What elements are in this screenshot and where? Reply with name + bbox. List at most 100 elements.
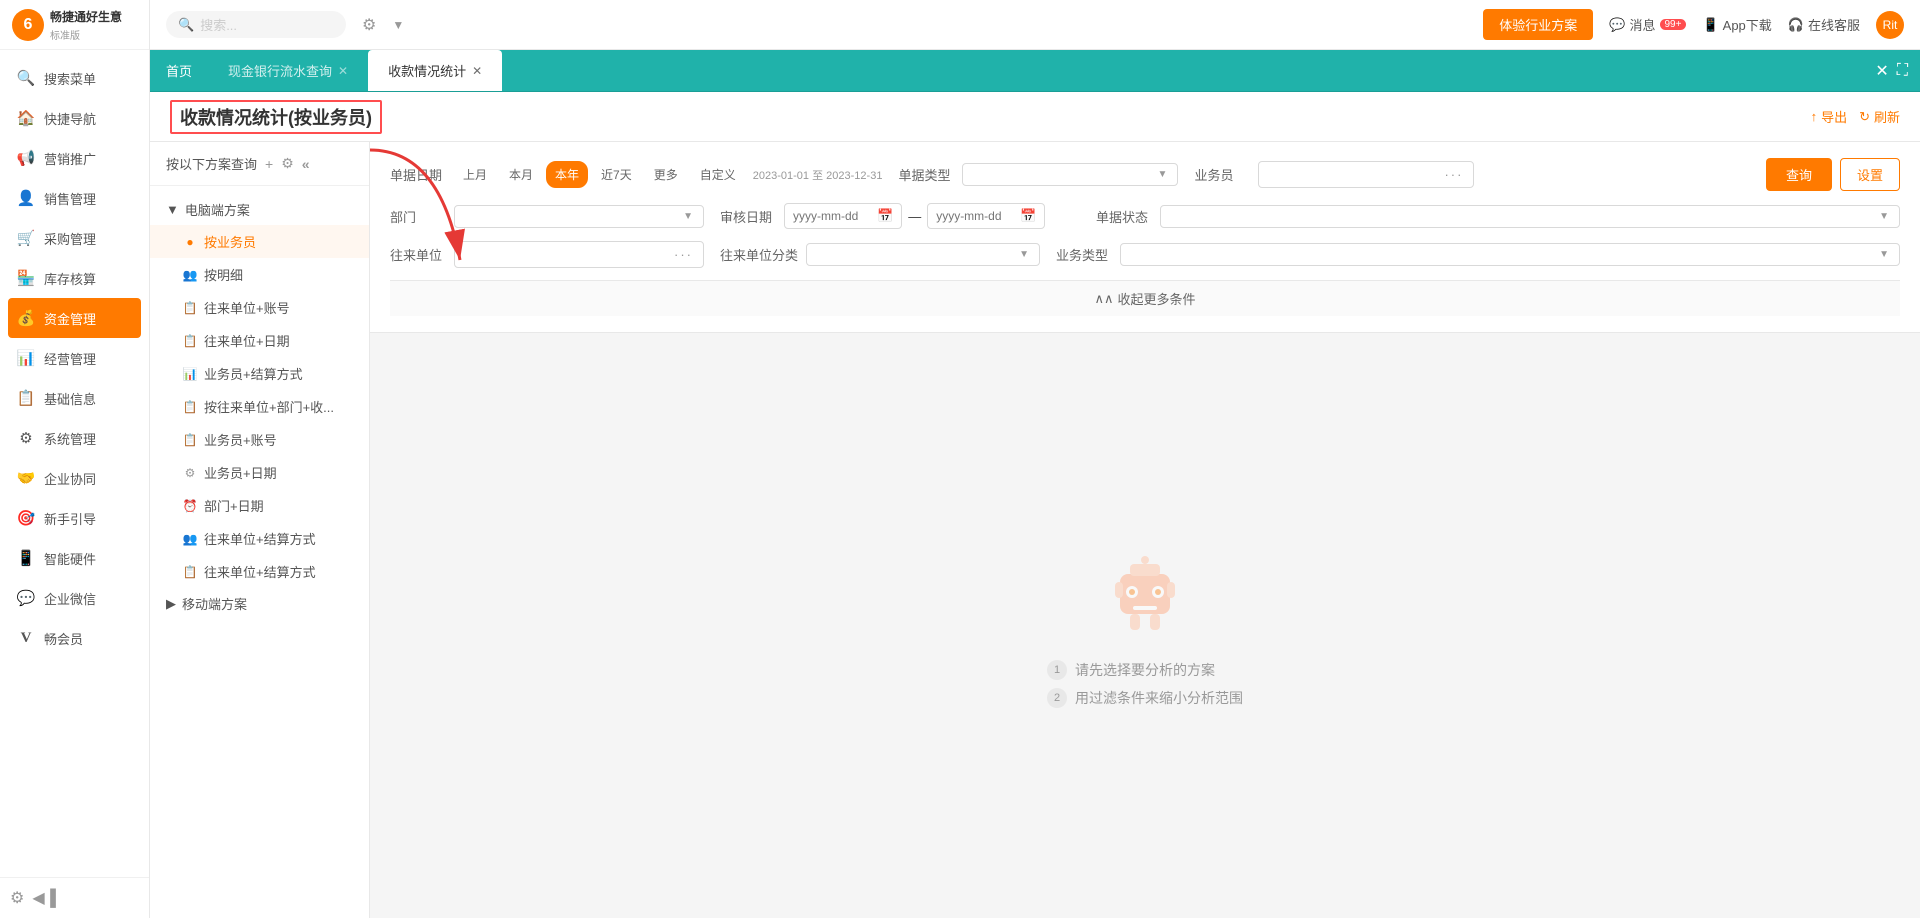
reviewdate-end-input[interactable]: [936, 209, 1016, 223]
calendar-start-icon[interactable]: 📅: [877, 208, 893, 224]
salesman-account-icon: 📋: [182, 432, 198, 448]
tree-item-salesman-account[interactable]: 📋 业务员+账号: [150, 423, 369, 456]
docstatus-select[interactable]: ▼: [1160, 205, 1900, 228]
right-panel: 单据日期 上月 本月 本年 近7天 更多 自定义 2023-01-01 至 20…: [370, 142, 1920, 918]
topbar-actions: 体验行业方案 💬 消息 99+ 📱 App下载 🎧 在线客服 Rit: [1483, 9, 1904, 40]
unit-dept-icon: 📋: [182, 399, 198, 415]
date-btn-more[interactable]: 更多: [645, 161, 687, 188]
app-download-action[interactable]: 📱 App下载: [1702, 15, 1771, 34]
unit-date-icon: 📋: [182, 333, 198, 349]
date-range-display: 2023-01-01 至 2023-12-31: [753, 167, 883, 183]
sidebar-item-hardware[interactable]: 📱 智能硬件: [0, 538, 149, 578]
sidebar-item-inventory[interactable]: 🏪 库存核算: [0, 258, 149, 298]
sidebar-item-guide[interactable]: 🎯 新手引导: [0, 498, 149, 538]
sidebar-item-quicknav[interactable]: 🏠 快捷导航: [0, 98, 149, 138]
reviewdate-start-input[interactable]: [793, 209, 873, 223]
date-btn-this-month[interactable]: 本月: [500, 161, 542, 188]
dept-select[interactable]: ▼: [454, 205, 704, 228]
sidebar-item-enterprise[interactable]: 🤝 企业协同: [0, 458, 149, 498]
reviewdate-label: 审核日期: [720, 207, 776, 226]
sidebar-item-system[interactable]: ⚙ 系统管理: [0, 418, 149, 458]
sidebar-item-search[interactable]: 🔍 搜索菜单: [0, 58, 149, 98]
panel-add-icon[interactable]: +: [265, 156, 273, 172]
message-action[interactable]: 💬 消息 99+: [1609, 15, 1686, 34]
dropdown-icon[interactable]: ▼: [392, 18, 404, 32]
collapse-bar[interactable]: ∧∧ 收起更多条件: [390, 280, 1900, 316]
basic-icon: 📋: [16, 388, 36, 408]
tree-item-unit-account[interactable]: 📋 往来单位+账号: [150, 291, 369, 324]
page-title: 收款情况统计(按业务员): [170, 100, 382, 134]
sidebar-item-marketing[interactable]: 📢 营销推广: [0, 138, 149, 178]
calendar-end-icon[interactable]: 📅: [1020, 208, 1036, 224]
salesman-date-icon: ⚙: [182, 465, 198, 481]
sidebar-item-operations[interactable]: 📊 经营管理: [0, 338, 149, 378]
footer-collapse-icon[interactable]: ◀▐: [32, 888, 56, 908]
topbar-search-box[interactable]: 🔍 搜索...: [166, 11, 346, 38]
sidebar-footer: ⚙ ◀▐: [0, 877, 149, 918]
panel-settings-icon[interactable]: ⚙: [281, 155, 294, 172]
sidebar-item-finance[interactable]: 💰 资金管理: [8, 298, 141, 338]
sidebar-logo: 6 畅捷通好生意 标准版: [0, 0, 149, 50]
dept-label: 部门: [390, 207, 446, 226]
panel-collapse-icon[interactable]: «: [302, 156, 310, 172]
tab-close-all-icon[interactable]: ✕: [1875, 61, 1888, 81]
tree-item-unit-settle2[interactable]: 📋 往来单位+结算方式: [150, 555, 369, 588]
date-btn-last-month[interactable]: 上月: [454, 161, 496, 188]
reviewdate-start-wrapper[interactable]: 📅: [784, 203, 902, 229]
biztype-select[interactable]: ▼: [1120, 243, 1900, 266]
salesman-more-dots[interactable]: ···: [1444, 167, 1463, 182]
tab-collection-close[interactable]: ✕: [472, 64, 482, 78]
tree-item-salesman-settle[interactable]: 📊 业务员+结算方式: [150, 357, 369, 390]
download-icon: 📱: [1702, 17, 1718, 33]
tree-item-salesman-date[interactable]: ⚙ 业务员+日期: [150, 456, 369, 489]
sidebar-nav: 🔍 搜索菜单 🏠 快捷导航 📢 营销推广 👤 销售管理 🛒 采购管理 🏪 库存核…: [0, 50, 149, 877]
panel-header: 按以下方案查询 + ⚙ «: [150, 142, 369, 186]
refresh-button[interactable]: ↻ 刷新: [1859, 107, 1900, 126]
partner-category-select[interactable]: ▼: [806, 243, 1040, 266]
member-icon: V: [16, 628, 36, 648]
partner-more-dots[interactable]: ···: [674, 247, 693, 262]
online-service-action[interactable]: 🎧 在线客服: [1788, 15, 1860, 34]
reviewdate-end-wrapper[interactable]: 📅: [927, 203, 1045, 229]
tree-item-by-salesman[interactable]: ● 按业务员: [150, 225, 369, 258]
guide-icon: 🎯: [16, 508, 36, 528]
date-btn-custom[interactable]: 自定义: [691, 161, 745, 188]
finance-icon: 💰: [16, 308, 36, 328]
user-avatar[interactable]: Rit: [1876, 11, 1904, 39]
tab-bank[interactable]: 现金银行流水查询 ✕: [208, 50, 368, 91]
tree-item-by-detail[interactable]: 👥 按明细: [150, 258, 369, 291]
tree-item-dept-date[interactable]: ⏰ 部门+日期: [150, 489, 369, 522]
sidebar-item-purchase[interactable]: 🛒 采购管理: [0, 218, 149, 258]
filter-docstatus-item: 单据状态 ▼: [1096, 205, 1900, 228]
sidebar-item-member[interactable]: V 畅会员: [0, 618, 149, 658]
tab-collection[interactable]: 收款情况统计 ✕: [368, 50, 502, 91]
query-button[interactable]: 查询: [1766, 158, 1832, 191]
tree-item-unit-dept[interactable]: 📋 按往来单位+部门+收...: [150, 390, 369, 423]
date-btn-7days[interactable]: 近7天: [592, 161, 641, 188]
partner-select[interactable]: ···: [454, 241, 704, 268]
logo-icon: 6: [12, 9, 44, 41]
footer-settings-icon[interactable]: ⚙: [10, 888, 24, 908]
tree-expand-icon: ▼: [166, 202, 179, 217]
date-btn-this-year[interactable]: 本年: [546, 161, 588, 188]
tab-expand-icon[interactable]: ⛶: [1897, 62, 1908, 80]
tree-group-desktop[interactable]: ▼ 电脑端方案: [150, 194, 369, 225]
tree-group-mobile[interactable]: ▶ 移动端方案: [150, 588, 369, 619]
filter-partner-category-item: 往来单位分类 ▼: [720, 243, 1040, 266]
doctype-select[interactable]: ▼: [962, 163, 1178, 186]
filter-bar: 单据日期 上月 本月 本年 近7天 更多 自定义 2023-01-01 至 20…: [370, 142, 1920, 333]
left-panel: 按以下方案查询 + ⚙ « ▼ 电脑端方案 ● 按业务员 👥 按明细: [150, 142, 370, 918]
tab-bank-close[interactable]: ✕: [338, 64, 348, 78]
tree-item-unit-date[interactable]: 📋 往来单位+日期: [150, 324, 369, 357]
tab-home[interactable]: 首页: [150, 50, 208, 91]
sidebar-item-wechat[interactable]: 💬 企业微信: [0, 578, 149, 618]
tree-item-unit-settle1[interactable]: 👥 往来单位+结算方式: [150, 522, 369, 555]
sidebar-item-basic[interactable]: 📋 基础信息: [0, 378, 149, 418]
sidebar-item-sales[interactable]: 👤 销售管理: [0, 178, 149, 218]
export-button[interactable]: ↑ 导出: [1811, 107, 1848, 126]
trial-button[interactable]: 体验行业方案: [1483, 9, 1593, 40]
settings-button[interactable]: 设置: [1840, 158, 1900, 191]
settings-icon[interactable]: ⚙: [362, 15, 376, 35]
salesman-select[interactable]: ···: [1258, 161, 1474, 188]
doctype-label: 单据类型: [898, 165, 954, 184]
